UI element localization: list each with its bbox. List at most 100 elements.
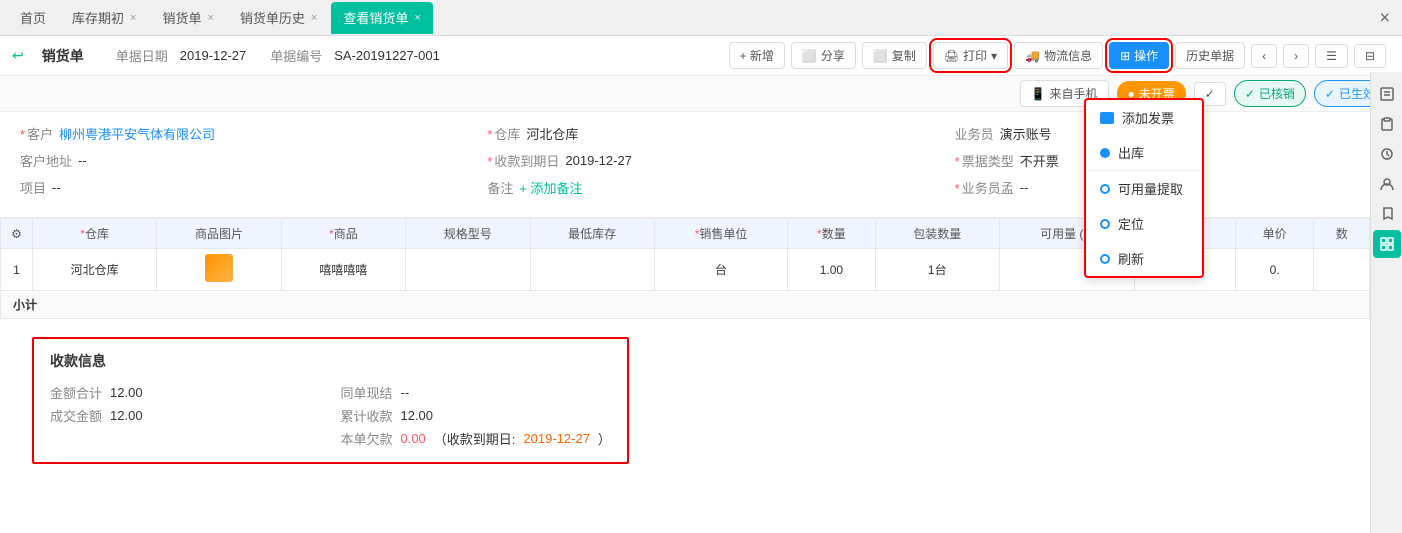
- print-button[interactable]: 🖨 打印 ▾: [933, 42, 1008, 69]
- new-button[interactable]: + 新增: [729, 42, 785, 69]
- sales-unit-col-header: *销售单位: [654, 219, 787, 249]
- product-thumbnail: [205, 254, 233, 282]
- project-field: 项目 --: [20, 178, 447, 197]
- confirmed-button[interactable]: ✓ 已核销: [1234, 80, 1306, 107]
- sidebar-icon-6[interactable]: [1373, 230, 1401, 258]
- quantity-col-header: *数量: [788, 219, 875, 249]
- share-icon: ⬜: [802, 49, 817, 63]
- payment-right: 同单现结 -- 累计收款 12.00 本单欠款 0.00 （收款到期日: 201…: [340, 381, 610, 450]
- prev-button[interactable]: ‹: [1251, 44, 1277, 68]
- close-view-sales-order[interactable]: ×: [414, 12, 420, 24]
- operations-button[interactable]: ⊞ 操作: [1109, 42, 1169, 69]
- tab-home[interactable]: 首页: [8, 2, 58, 34]
- grid-icon: ⊞: [1120, 49, 1130, 63]
- number-value: SA-20191227-001: [334, 48, 440, 63]
- header-toolbar: ↩ 销货单 单据日期 2019-12-27 单据编号 SA-20191227-0…: [0, 36, 1402, 76]
- next-button[interactable]: ›: [1283, 44, 1309, 68]
- same-order-label: 同单现结: [340, 383, 392, 402]
- history-button[interactable]: 历史单据: [1175, 42, 1245, 69]
- row-unit-price: 0.: [1235, 249, 1313, 291]
- payment-title: 收款信息: [50, 351, 611, 371]
- outbound-item[interactable]: 出库: [1086, 135, 1202, 170]
- main-content: ↩ 销货单 单据日期 2019-12-27 单据编号 SA-20191227-0…: [0, 36, 1402, 533]
- close-sales-order-history[interactable]: ×: [311, 12, 317, 24]
- spec-col-header: 规格型号: [406, 219, 530, 249]
- tab-inventory-init[interactable]: 库存期初 ×: [60, 2, 148, 34]
- truck-icon: 🚚: [1025, 49, 1040, 63]
- total-value: 12.00: [110, 385, 143, 400]
- add-invoice-item[interactable]: 添加发票: [1086, 100, 1202, 135]
- balance-row: 本单欠款 0.00 （收款到期日: 2019-12-27 ）: [340, 427, 610, 450]
- salesperson-label: 业务员孟: [955, 178, 1014, 197]
- payment-section: 收款信息 金额合计 12.00 成交金额 12.00: [32, 337, 629, 464]
- tab-sales-order-history[interactable]: 销货单历史 ×: [228, 2, 329, 34]
- share-button[interactable]: ⬜ 分享: [791, 42, 856, 69]
- list-view-button[interactable]: ☰: [1315, 44, 1348, 68]
- date-value: 2019-12-27: [180, 48, 247, 63]
- close-sales-order[interactable]: ×: [207, 12, 213, 24]
- balance-note: （收款到期日:: [434, 429, 516, 448]
- subtotal-row: 小计: [1, 291, 1370, 319]
- sidebar-icon-5[interactable]: [1373, 200, 1401, 228]
- settings-col-header[interactable]: ⚙: [1, 219, 33, 249]
- total-row: 金额合计 12.00: [50, 381, 320, 404]
- sidebar-icon-1[interactable]: [1373, 80, 1401, 108]
- balance-note-end: ）: [598, 429, 611, 448]
- row-spec: [406, 249, 530, 291]
- address-field: 客户地址 --: [20, 151, 447, 170]
- row-warehouse: 河北仓库: [33, 249, 157, 291]
- warehouse-value: 河北仓库: [526, 124, 914, 143]
- copy-icon: ⬜: [873, 49, 888, 63]
- row-sales-unit: 台: [654, 249, 787, 291]
- product-col-header: *商品: [281, 219, 405, 249]
- row-min-stock: [530, 249, 654, 291]
- number-label: 单据编号: [270, 46, 322, 65]
- ticket-type-label: 票据类型: [955, 151, 1014, 170]
- window-close-button[interactable]: ×: [1379, 7, 1390, 28]
- sidebar-icon-4[interactable]: [1373, 170, 1401, 198]
- transaction-label: 成交金额: [50, 406, 102, 425]
- balance-label: 本单欠款: [340, 429, 392, 448]
- note-field: 备注 + 添加备注: [487, 178, 914, 197]
- payment-left: 金额合计 12.00 成交金额 12.00: [50, 381, 320, 450]
- logistics-button[interactable]: 🚚 物流信息: [1014, 42, 1103, 69]
- due-date-label: 收款到期日: [487, 151, 559, 170]
- close-inventory-init[interactable]: ×: [130, 12, 136, 24]
- subtotal-label: 小计: [1, 291, 1370, 319]
- locate-item[interactable]: 定位: [1086, 206, 1202, 241]
- cumulative-label: 累计收款: [340, 406, 392, 425]
- same-order-value: --: [400, 385, 409, 400]
- print-icon: 🖨: [944, 49, 959, 63]
- customer-value[interactable]: 柳州粤港平安气体有限公司: [59, 124, 447, 143]
- locate-icon: [1100, 219, 1110, 229]
- tab-view-sales-order[interactable]: 查看销货单 ×: [331, 2, 432, 34]
- tab-sales-order[interactable]: 销货单 ×: [150, 2, 225, 34]
- total-label: 金额合计: [50, 383, 102, 402]
- payment-grid: 金额合计 12.00 成交金额 12.00 同单现结 --: [50, 381, 611, 450]
- employee-label: 业务员: [955, 124, 994, 143]
- row-product-img: [157, 249, 281, 291]
- refresh-item[interactable]: 刷新: [1086, 241, 1202, 276]
- balance-value: 0.00: [400, 431, 425, 446]
- sidebar-icon-2[interactable]: [1373, 110, 1401, 138]
- grid-view-button[interactable]: ⊟: [1354, 44, 1386, 68]
- address-label: 客户地址: [20, 151, 72, 170]
- unit-price-col-header: 单价: [1235, 219, 1313, 249]
- transaction-row: 成交金额 12.00: [50, 404, 320, 427]
- effective-icon: ✓: [1325, 87, 1335, 101]
- row-more: [1314, 249, 1370, 291]
- invoice-icon: [1100, 112, 1114, 124]
- print-dropdown-arrow: ▾: [991, 49, 997, 63]
- row-product: 嘻嘻嘻嘻: [281, 249, 405, 291]
- product-img-col-header: 商品图片: [157, 219, 281, 249]
- warehouse-col-header: *仓库: [33, 219, 157, 249]
- toolbar-actions: + 新增 ⬜ 分享 ⬜ 复制 🖨 打印 ▾ 🚚 物流信息: [729, 42, 1386, 69]
- outbound-icon: [1100, 148, 1110, 158]
- add-note-button[interactable]: + 添加备注: [519, 178, 914, 197]
- note-label: 备注: [487, 178, 513, 197]
- same-order-row: 同单现结 --: [340, 381, 610, 404]
- available-qty-item[interactable]: 可用量提取: [1086, 171, 1202, 206]
- sidebar-icon-3[interactable]: [1373, 140, 1401, 168]
- row-no: 1: [1, 249, 33, 291]
- copy-button[interactable]: ⬜ 复制: [862, 42, 927, 69]
